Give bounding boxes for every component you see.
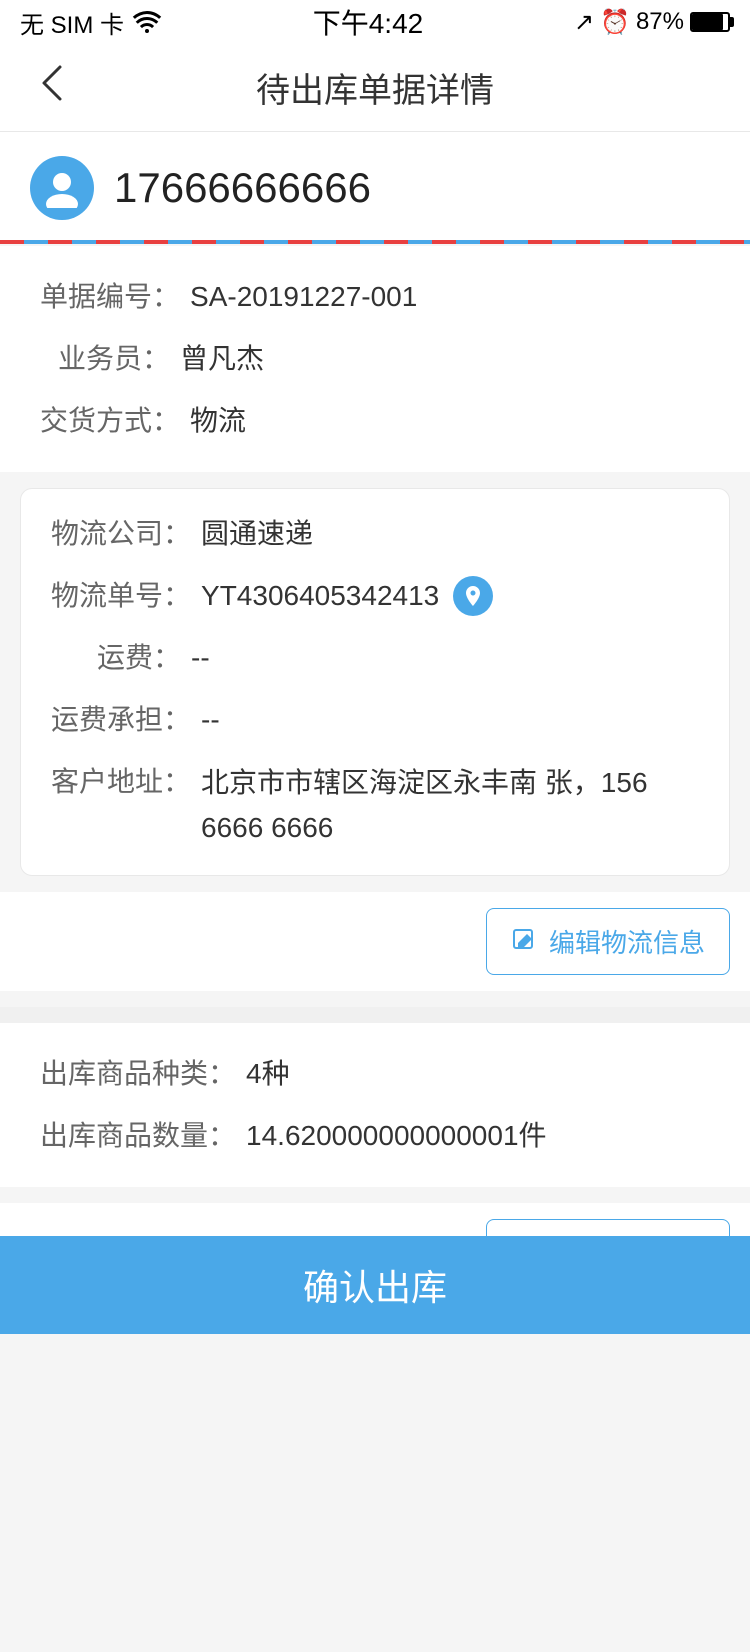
- delivery-method-value: 物流: [190, 400, 710, 442]
- freight-row: 运费： --: [51, 637, 699, 679]
- order-number-label: 单据编号：: [40, 276, 190, 318]
- address-value: 北京市市辖区海淀区永丰南 张，156 6666 6666: [201, 761, 699, 851]
- goods-quantity-value: 14.620000000000001件: [246, 1115, 710, 1157]
- order-number-value: SA-20191227-001: [190, 276, 710, 318]
- alarm-icon: ⏰: [600, 8, 630, 37]
- nav-bar: 待出库单据详情: [0, 44, 750, 132]
- tracking-location-icon[interactable]: [453, 576, 493, 616]
- confirm-label: 确认出库: [303, 1259, 447, 1311]
- status-left: 无 SIM 卡: [20, 5, 162, 40]
- address-label: 客户地址：: [51, 761, 201, 803]
- goods-types-value: 4种: [246, 1053, 710, 1095]
- sales-person-row: 业务员： 曾凡杰: [40, 338, 710, 380]
- delivery-method-row: 交货方式： 物流: [40, 400, 710, 442]
- battery-icon: [690, 12, 730, 32]
- freight-bearer-value: --: [201, 699, 699, 741]
- goods-section: 出库商品种类： 4种 出库商品数量： 14.620000000000001件: [0, 1023, 750, 1187]
- tracking-number-value: YT43064053424​13: [201, 575, 699, 617]
- logistics-company-value: 圆通速递: [201, 513, 699, 555]
- freight-bearer-label: 运费承担：: [51, 699, 201, 741]
- sales-person-label: 业务员：: [40, 338, 180, 380]
- carrier-label: 无 SIM 卡: [20, 5, 124, 40]
- tracking-number-label: 物流单号：: [51, 575, 201, 617]
- edit-icon: [511, 927, 539, 955]
- main-content: 17666666666 单据编号： SA-20191227-001 业务员： 曾…: [0, 132, 750, 1652]
- freight-label: 运费：: [51, 637, 191, 679]
- status-bar: 无 SIM 卡 下午4:42 ↗ ⏰ 87%: [0, 0, 750, 44]
- avatar: [30, 156, 94, 220]
- location-icon: ↗: [574, 8, 594, 37]
- freight-value: --: [191, 637, 699, 679]
- user-header: 17666666666: [0, 132, 750, 244]
- goods-quantity-row: 出库商品数量： 14.620000000000001件: [40, 1115, 710, 1157]
- back-button[interactable]: [30, 53, 74, 122]
- freight-bearer-row: 运费承担： --: [51, 699, 699, 741]
- user-phone: 17666666666: [114, 164, 371, 212]
- edit-logistics-label: 编辑物流信息: [549, 923, 705, 960]
- battery-label: 87%: [636, 8, 684, 36]
- bottom-area: 确认出库: [0, 1236, 750, 1334]
- logistics-card: 物流公司： 圆通速递 物流单号： YT43064053424​13 运费： --…: [20, 488, 730, 876]
- edit-btn-row: 编辑物流信息: [0, 892, 750, 991]
- status-right: ↗ ⏰ 87%: [574, 8, 730, 37]
- time-label: 下午4:42: [313, 2, 424, 42]
- edit-logistics-button[interactable]: 编辑物流信息: [486, 908, 730, 975]
- goods-types-row: 出库商品种类： 4种: [40, 1053, 710, 1095]
- delivery-method-label: 交货方式：: [40, 400, 190, 442]
- sales-person-value: 曾凡杰: [180, 338, 710, 380]
- wifi-icon: [132, 11, 162, 33]
- goods-quantity-label: 出库商品数量：: [40, 1115, 246, 1157]
- goods-types-label: 出库商品种类：: [40, 1053, 246, 1095]
- confirm-button[interactable]: 确认出库: [0, 1236, 750, 1334]
- tracking-number-row: 物流单号： YT43064053424​13: [51, 575, 699, 617]
- logistics-company-row: 物流公司： 圆通速递: [51, 513, 699, 555]
- divider-line: [0, 1007, 750, 1023]
- order-number-row: 单据编号： SA-20191227-001: [40, 276, 710, 318]
- white-spacer: [0, 1322, 750, 1522]
- order-info-section: 单据编号： SA-20191227-001 业务员： 曾凡杰 交货方式： 物流: [0, 246, 750, 472]
- logistics-company-label: 物流公司：: [51, 513, 201, 555]
- page-title: 待出库单据详情: [256, 63, 494, 112]
- address-row: 客户地址： 北京市市辖区海淀区永丰南 张，156 6666 6666: [51, 761, 699, 851]
